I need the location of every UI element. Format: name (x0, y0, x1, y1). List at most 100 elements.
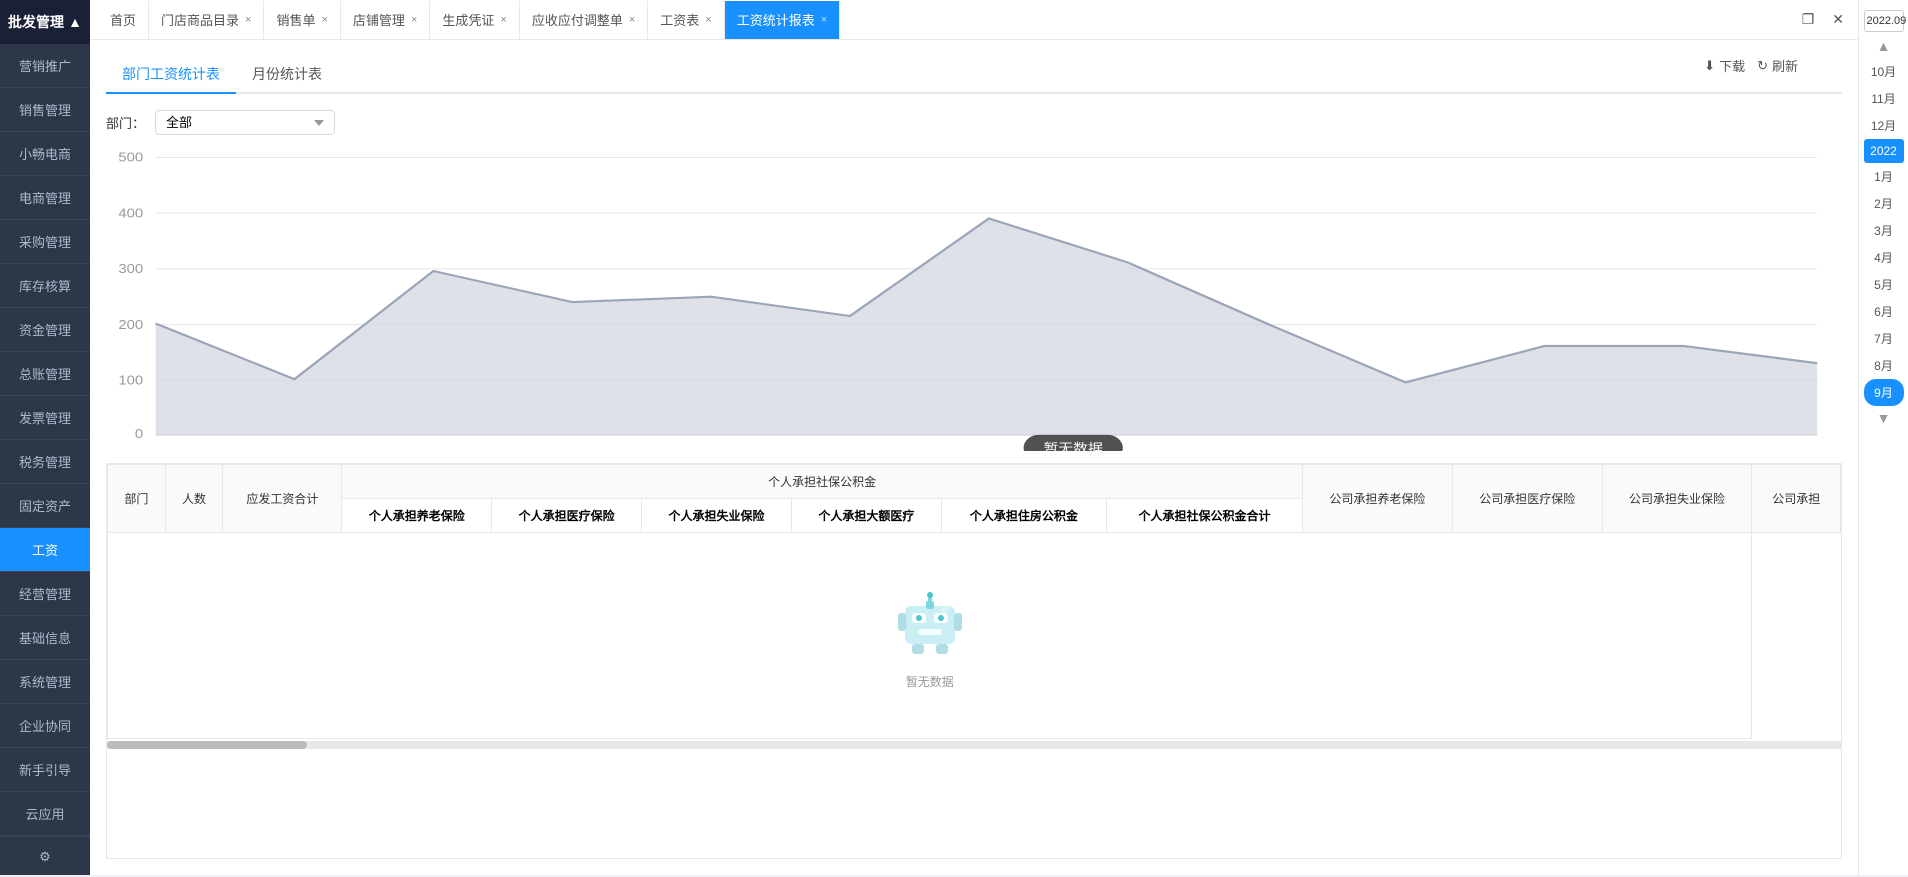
tab-close-icon[interactable]: × (629, 14, 635, 26)
svg-text:0: 0 (135, 426, 144, 441)
sidebar-item-营销推广[interactable]: 营销推广 (0, 44, 90, 88)
sidebar-item-库存核算[interactable]: 库存核算 (0, 264, 90, 308)
content-area: ⬇ 下载 ↻ 刷新 部门工资统计表月份统计表 部门： 全部 500 400 (90, 40, 1858, 875)
dept-filter-label: 部门： (106, 113, 145, 132)
empty-text: 暂无数据 (906, 673, 954, 690)
sidebar-title: 批发管理 (8, 12, 64, 32)
sidebar-item-采购管理[interactable]: 采购管理 (0, 220, 90, 264)
right-panel: 2022.09 ▲ 10月11月12月20221月2月3月4月5月6月7月8月9… (1858, 0, 1908, 875)
tab-bar: 首页门店商品目录×销售单×店铺管理×生成凭证×应收应付调整单×工资表×工资统计报… (90, 0, 1858, 40)
tab-店铺管理[interactable]: 店铺管理× (341, 1, 430, 39)
col-personal-housing: 个人承担住房公积金 (941, 499, 1106, 533)
sidebar-item-经营管理[interactable]: 经营管理 (0, 572, 90, 616)
table-container[interactable]: 部门 人数 应发工资合计 个人承担社保公积金 公司承担养老保险 公司承担医疗保险… (106, 463, 1842, 859)
tab-close-icon[interactable]: × (821, 14, 827, 26)
tab-close-icon[interactable]: × (411, 14, 417, 26)
sidebar-header[interactable]: 批发管理 ▲ (0, 0, 90, 44)
tab-工资统计报表[interactable]: 工资统计报表× (725, 1, 840, 39)
data-table: 部门 人数 应发工资合计 个人承担社保公积金 公司承担养老保险 公司承担医疗保险… (107, 464, 1841, 739)
month-item-12月[interactable]: 12月 (1864, 112, 1904, 139)
sidebar-collapse-icon: ▲ (68, 14, 82, 30)
restore-button[interactable]: ❐ (1796, 9, 1821, 30)
sidebar-item-云应用[interactable]: 云应用 (0, 792, 90, 836)
dept-filter-select[interactable]: 全部 (155, 110, 335, 135)
tab-门店商品目录[interactable]: 门店商品目录× (149, 1, 264, 39)
sidebar-item-系统管理[interactable]: 系统管理 (0, 660, 90, 704)
col-company-unemp: 公司承担失业保险 (1602, 465, 1752, 533)
refresh-icon: ↻ (1757, 58, 1768, 74)
sidebar-item-基础信息[interactable]: 基础信息 (0, 616, 90, 660)
month-item-10月[interactable]: 10月 (1864, 58, 1904, 85)
settings-button[interactable]: ⚙ (0, 836, 90, 877)
sidebar-item-税务管理[interactable]: 税务管理 (0, 440, 90, 484)
col-personal-group: 个人承担社保公积金 (342, 465, 1303, 499)
sidebar-item-销售管理[interactable]: 销售管理 (0, 88, 90, 132)
svg-text:500: 500 (118, 151, 143, 164)
nav-up-button[interactable]: ▲ (1873, 34, 1895, 58)
tab-list: 首页门店商品目录×销售单×店铺管理×生成凭证×应收应付调整单×工资表×工资统计报… (98, 1, 1788, 39)
year-label[interactable]: 2022.09 (1864, 10, 1904, 32)
col-personal-medical: 个人承担医疗保险 (492, 499, 642, 533)
col-dept: 部门 (108, 465, 166, 533)
month-item-3月[interactable]: 3月 (1864, 217, 1904, 244)
refresh-label: 刷新 (1772, 56, 1798, 75)
sidebar-item-资金管理[interactable]: 资金管理 (0, 308, 90, 352)
month-item-2月[interactable]: 2月 (1864, 190, 1904, 217)
month-item-7月[interactable]: 7月 (1864, 325, 1904, 352)
chart-tooltip-text: 暂无数据 (1043, 441, 1103, 451)
sub-tab-部门工资统计表[interactable]: 部门工资统计表 (106, 56, 236, 94)
download-button[interactable]: ⬇ 下载 (1704, 56, 1745, 75)
close-button[interactable]: ✕ (1826, 9, 1850, 30)
chart-area-fill (156, 219, 1818, 435)
month-item-8月[interactable]: 8月 (1864, 352, 1904, 379)
month-item-2022[interactable]: 2022 (1864, 139, 1904, 163)
table-row: 暂无数据 (108, 533, 1841, 739)
col-company-other: 公司承担 (1752, 465, 1841, 533)
col-personal-unemp: 个人承担失业保险 (642, 499, 792, 533)
tab-首页[interactable]: 首页 (98, 1, 149, 39)
month-item-11月[interactable]: 11月 (1864, 85, 1904, 112)
tab-工资表[interactable]: 工资表× (648, 1, 724, 39)
tab-close-icon[interactable]: × (245, 14, 251, 26)
sub-tab-月份统计表[interactable]: 月份统计表 (236, 56, 338, 94)
col-personal-large-medical: 个人承担大额医疗 (791, 499, 941, 533)
empty-icon (890, 581, 970, 661)
sidebar-item-电商管理[interactable]: 电商管理 (0, 176, 90, 220)
tab-close-icon[interactable]: × (321, 14, 327, 26)
tab-销售单[interactable]: 销售单× (264, 1, 340, 39)
tab-close-icon[interactable]: × (705, 14, 711, 26)
col-salary: 应发工资合计 (223, 465, 342, 533)
month-item-5月[interactable]: 5月 (1864, 271, 1904, 298)
sidebar-item-新手引导[interactable]: 新手引导 (0, 748, 90, 792)
chart-svg: 500 400 300 200 100 0 (106, 151, 1842, 451)
sidebar-item-小畅电商[interactable]: 小畅电商 (0, 132, 90, 176)
empty-state: 暂无数据 (118, 541, 1741, 730)
sidebar-item-企业协同[interactable]: 企业协同 (0, 704, 90, 748)
sidebar-items: 营销推广销售管理小畅电商电商管理采购管理库存核算资金管理总账管理发票管理税务管理… (0, 44, 90, 836)
nav-down-button[interactable]: ▼ (1873, 406, 1895, 430)
month-item-6月[interactable]: 6月 (1864, 298, 1904, 325)
sidebar-item-总账管理[interactable]: 总账管理 (0, 352, 90, 396)
chart-area: 500 400 300 200 100 0 (106, 151, 1842, 451)
scrollbar-thumb[interactable] (107, 741, 307, 749)
toolbar: ⬇ 下载 ↻ 刷新 (1704, 56, 1798, 75)
month-item-1月[interactable]: 1月 (1864, 163, 1904, 190)
tab-生成凭证[interactable]: 生成凭证× (430, 1, 519, 39)
main-area: 首页门店商品目录×销售单×店铺管理×生成凭证×应收应付调整单×工资表×工资统计报… (90, 0, 1858, 875)
tab-应收应付调整单[interactable]: 应收应付调整单× (520, 1, 648, 39)
table-scrollbar[interactable] (107, 741, 1841, 749)
refresh-button[interactable]: ↻ 刷新 (1757, 56, 1798, 75)
col-company-pension: 公司承担养老保险 (1302, 465, 1452, 533)
download-label: 下载 (1719, 56, 1745, 75)
sidebar-item-固定资产[interactable]: 固定资产 (0, 484, 90, 528)
svg-text:200: 200 (118, 317, 143, 332)
sidebar-item-工资[interactable]: 工资 (0, 528, 90, 572)
tab-close-icon[interactable]: × (500, 14, 506, 26)
sub-tab-list: 部门工资统计表月份统计表 (106, 56, 338, 92)
svg-text:300: 300 (118, 261, 143, 276)
col-company-medical: 公司承担医疗保险 (1452, 465, 1602, 533)
download-icon: ⬇ (1704, 58, 1715, 74)
month-item-9月[interactable]: 9月 (1864, 379, 1904, 406)
month-item-4月[interactable]: 4月 (1864, 244, 1904, 271)
sidebar-item-发票管理[interactable]: 发票管理 (0, 396, 90, 440)
